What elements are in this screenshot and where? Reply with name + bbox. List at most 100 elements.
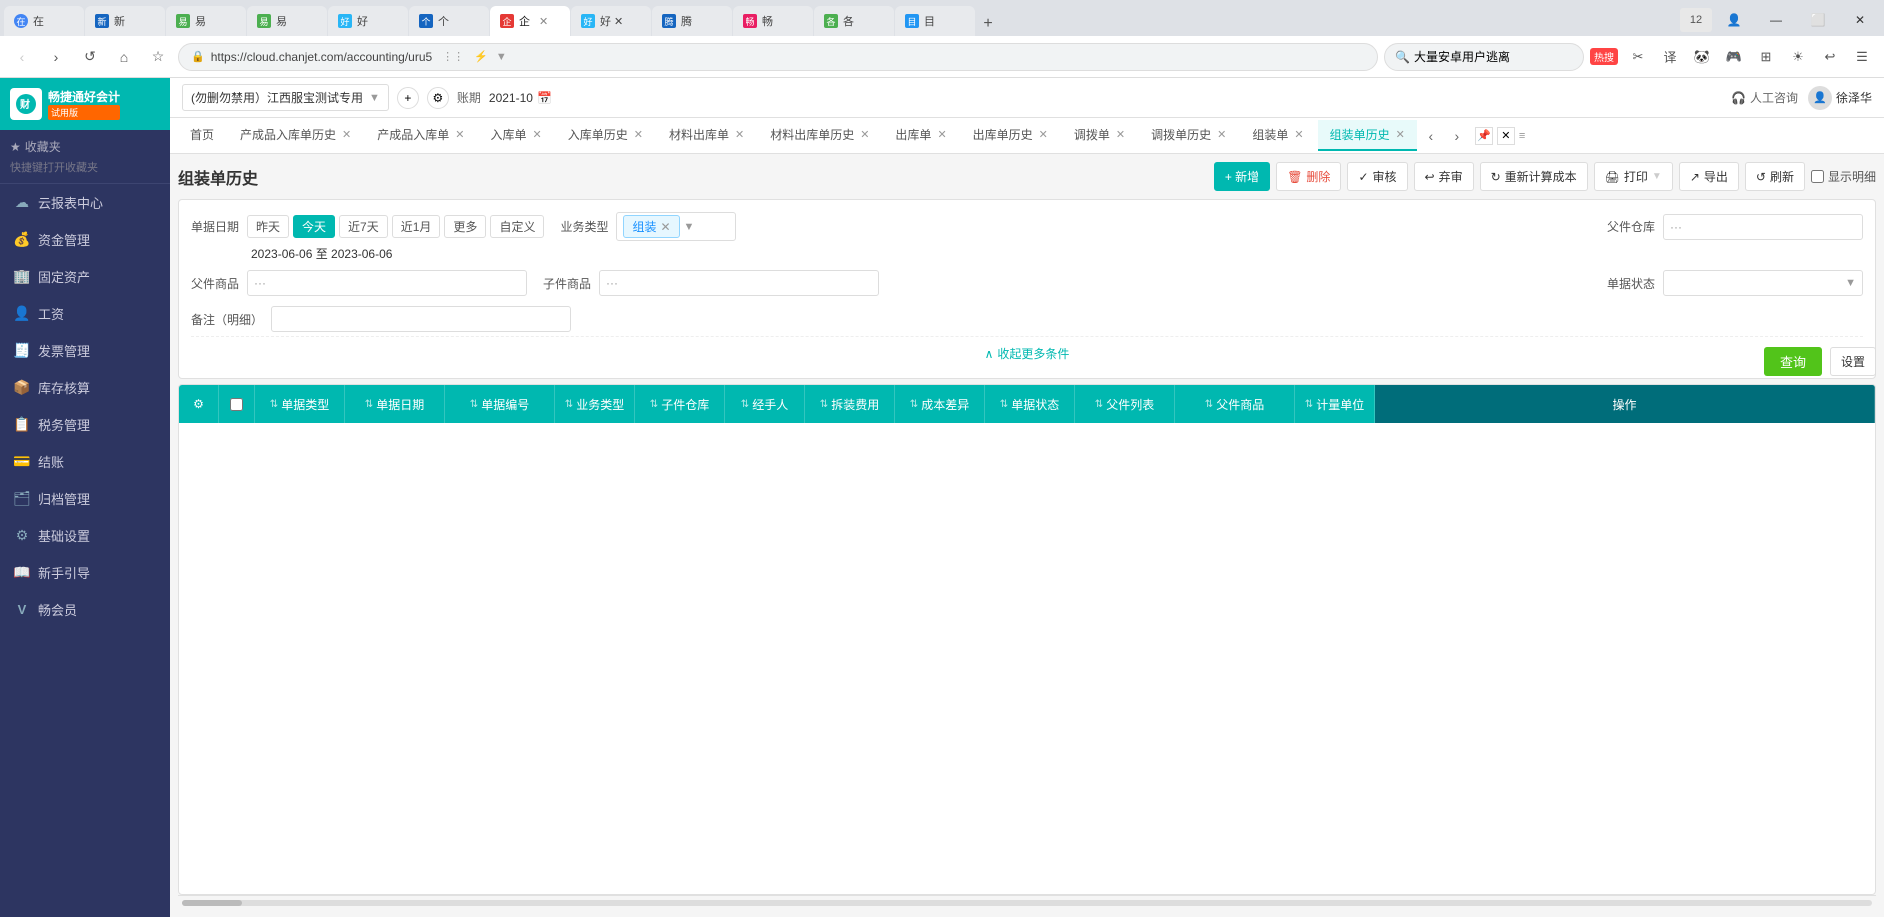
- print-btn[interactable]: 🖨 打印 ▼: [1594, 162, 1673, 191]
- custom-date-btn[interactable]: 自定义: [490, 215, 544, 238]
- sidebar-item-archive[interactable]: 🗂 归档管理: [0, 480, 170, 517]
- th-child-warehouse[interactable]: ⇅ 子件仓库: [635, 385, 725, 423]
- undo-btn[interactable]: ↩: [1816, 43, 1844, 71]
- new-btn[interactable]: + 新增: [1214, 162, 1270, 191]
- delete-btn[interactable]: 🗑 删除: [1276, 162, 1341, 191]
- month-btn[interactable]: 近1月: [392, 215, 441, 238]
- tab-pin-btn[interactable]: 📌: [1475, 127, 1493, 145]
- forward-btn[interactable]: ›: [42, 43, 70, 71]
- tab-transfer[interactable]: 调拨单 ✕: [1062, 120, 1137, 151]
- tab-out-order-history[interactable]: 出库单历史 ✕: [961, 120, 1060, 151]
- note-input[interactable]: [271, 306, 571, 332]
- th-parent-goods[interactable]: ⇅ 父件商品: [1175, 385, 1295, 423]
- th-dismantle-fee[interactable]: ⇅ 拆装费用: [805, 385, 895, 423]
- browser-tab-close[interactable]: ✕: [539, 15, 548, 28]
- sidebar-item-tax[interactable]: 📋 税务管理: [0, 406, 170, 443]
- browser-tab-active[interactable]: 企 企 ✕: [490, 6, 570, 36]
- th-doc-status[interactable]: ⇅ 单据状态: [985, 385, 1075, 423]
- browser-tab-11[interactable]: 各 各: [814, 6, 894, 36]
- sidebar-item-invoice[interactable]: 🧾 发票管理: [0, 332, 170, 369]
- sidebar-item-checkout[interactable]: 💳 结账: [0, 443, 170, 480]
- browser-tab-6[interactable]: 个 个: [409, 6, 489, 36]
- tab-assembly-history[interactable]: 组装单历史 ✕: [1318, 120, 1417, 151]
- window-close-btn[interactable]: ✕: [1840, 4, 1880, 36]
- scrollbar-track[interactable]: [182, 900, 1872, 906]
- sidebar-item-fixed-assets[interactable]: 🏢 固定资产: [0, 258, 170, 295]
- today-btn[interactable]: 今天: [293, 215, 335, 238]
- browser-tab-2[interactable]: 新 新: [85, 6, 165, 36]
- tab-close-icon[interactable]: ✕: [735, 128, 744, 141]
- bookmark-btn[interactable]: ☆: [144, 43, 172, 71]
- child-goods-more-icon[interactable]: ···: [606, 276, 618, 290]
- tab-production-in-history[interactable]: 产成品入库单历史 ✕: [228, 120, 363, 151]
- browser-tab-10[interactable]: 畅 畅: [733, 6, 813, 36]
- sidebar-item-finance[interactable]: 💰 资金管理: [0, 221, 170, 258]
- tab-transfer-history[interactable]: 调拨单历史 ✕: [1139, 120, 1238, 151]
- sidebar-item-member[interactable]: V 畅会员: [0, 591, 170, 628]
- new-tab-btn[interactable]: +: [976, 12, 1000, 36]
- parent-warehouse-more-icon[interactable]: ···: [1670, 220, 1682, 234]
- browser-tab-4[interactable]: 易 易: [247, 6, 327, 36]
- show-detail-checkbox-label[interactable]: 显示明细: [1811, 168, 1876, 185]
- tab-production-in[interactable]: 产成品入库单 ✕: [365, 120, 476, 151]
- th-handler[interactable]: ⇅ 经手人: [725, 385, 805, 423]
- user-area[interactable]: 👤 徐泽华: [1808, 86, 1872, 110]
- refresh-btn[interactable]: ↺: [76, 43, 104, 71]
- tab-scroll-right-btn[interactable]: ›: [1445, 124, 1469, 148]
- add-company-btn[interactable]: +: [397, 87, 419, 109]
- scissors-btn[interactable]: ✂: [1624, 43, 1652, 71]
- more-date-btn[interactable]: 更多: [444, 215, 486, 238]
- th-settings[interactable]: ⚙: [179, 385, 219, 423]
- browser-tab-5[interactable]: 好 好: [328, 6, 408, 36]
- tab-close-icon[interactable]: ✕: [342, 128, 351, 141]
- back-btn[interactable]: ‹: [8, 43, 36, 71]
- tab-material-out-history[interactable]: 材料出库单历史 ✕: [758, 120, 881, 151]
- panda-btn[interactable]: 🐼: [1688, 43, 1716, 71]
- tab-close-icon[interactable]: ✕: [1116, 128, 1125, 141]
- th-doc-num[interactable]: ⇅ 单据编号: [445, 385, 555, 423]
- favorites-section[interactable]: ★ 收藏夹 快捷键打开收藏夹: [0, 130, 170, 184]
- status-dropdown-icon[interactable]: ▼: [1845, 277, 1856, 289]
- tab-close-all-btn[interactable]: ✕: [1497, 127, 1515, 145]
- tab-close-icon[interactable]: ✕: [533, 128, 542, 141]
- period-calendar-icon[interactable]: 📅: [537, 91, 552, 105]
- translate-btn[interactable]: 译: [1656, 43, 1684, 71]
- recalculate-btn[interactable]: ↻ 重新计算成本: [1480, 162, 1588, 191]
- tab-assembly[interactable]: 组装单 ✕: [1240, 120, 1315, 151]
- tab-scroll-left-btn[interactable]: ‹: [1419, 124, 1443, 148]
- game-btn[interactable]: 🎮: [1720, 43, 1748, 71]
- week-btn[interactable]: 近7天: [339, 215, 388, 238]
- show-detail-checkbox[interactable]: [1811, 170, 1824, 183]
- settings-company-btn[interactable]: ⚙: [427, 87, 449, 109]
- th-doc-date[interactable]: ⇅ 单据日期: [345, 385, 445, 423]
- sidebar-item-guide[interactable]: 📖 新手引导: [0, 554, 170, 591]
- yesterday-btn[interactable]: 昨天: [247, 215, 289, 238]
- window-profile-btn[interactable]: 👤: [1714, 4, 1754, 36]
- menu-btn[interactable]: ☰: [1848, 43, 1876, 71]
- home-btn[interactable]: ⌂: [110, 43, 138, 71]
- window-maximize-btn[interactable]: ⬜: [1798, 4, 1838, 36]
- search-box[interactable]: 🔍 大量安卓用户逃离: [1384, 43, 1584, 71]
- tab-more-icon[interactable]: ≡: [1519, 130, 1525, 142]
- tab-in-order[interactable]: 入库单 ✕: [478, 120, 553, 151]
- sun-btn[interactable]: ☀: [1784, 43, 1812, 71]
- browser-tab-3[interactable]: 易 易: [166, 6, 246, 36]
- tab-close-icon[interactable]: ✕: [1039, 128, 1048, 141]
- scrollbar-thumb[interactable]: [182, 900, 242, 906]
- biz-type-dropdown-icon[interactable]: ▼: [684, 221, 695, 233]
- browser-tab-9[interactable]: 腾 腾: [652, 6, 732, 36]
- refresh-btn[interactable]: ↺ 刷新: [1745, 162, 1805, 191]
- sidebar-item-inventory[interactable]: 📦 库存核算: [0, 369, 170, 406]
- th-checkbox[interactable]: [219, 385, 255, 423]
- browser-tab-12[interactable]: 目 目: [895, 6, 975, 36]
- window-minimize-btn[interactable]: —: [1756, 4, 1796, 36]
- tab-close-icon[interactable]: ✕: [455, 128, 464, 141]
- url-expand-icon[interactable]: ▼: [496, 51, 507, 63]
- sidebar-item-settings[interactable]: ⚙ 基础设置: [0, 517, 170, 554]
- query-btn[interactable]: 查询: [1764, 347, 1822, 376]
- sidebar-item-cloud-report[interactable]: ☁ 云报表中心: [0, 184, 170, 221]
- tab-material-out[interactable]: 材料出库单 ✕: [657, 120, 756, 151]
- th-biz-type[interactable]: ⇅ 业务类型: [555, 385, 635, 423]
- parent-goods-more-icon[interactable]: ···: [254, 276, 266, 290]
- th-cost-diff[interactable]: ⇅ 成本差异: [895, 385, 985, 423]
